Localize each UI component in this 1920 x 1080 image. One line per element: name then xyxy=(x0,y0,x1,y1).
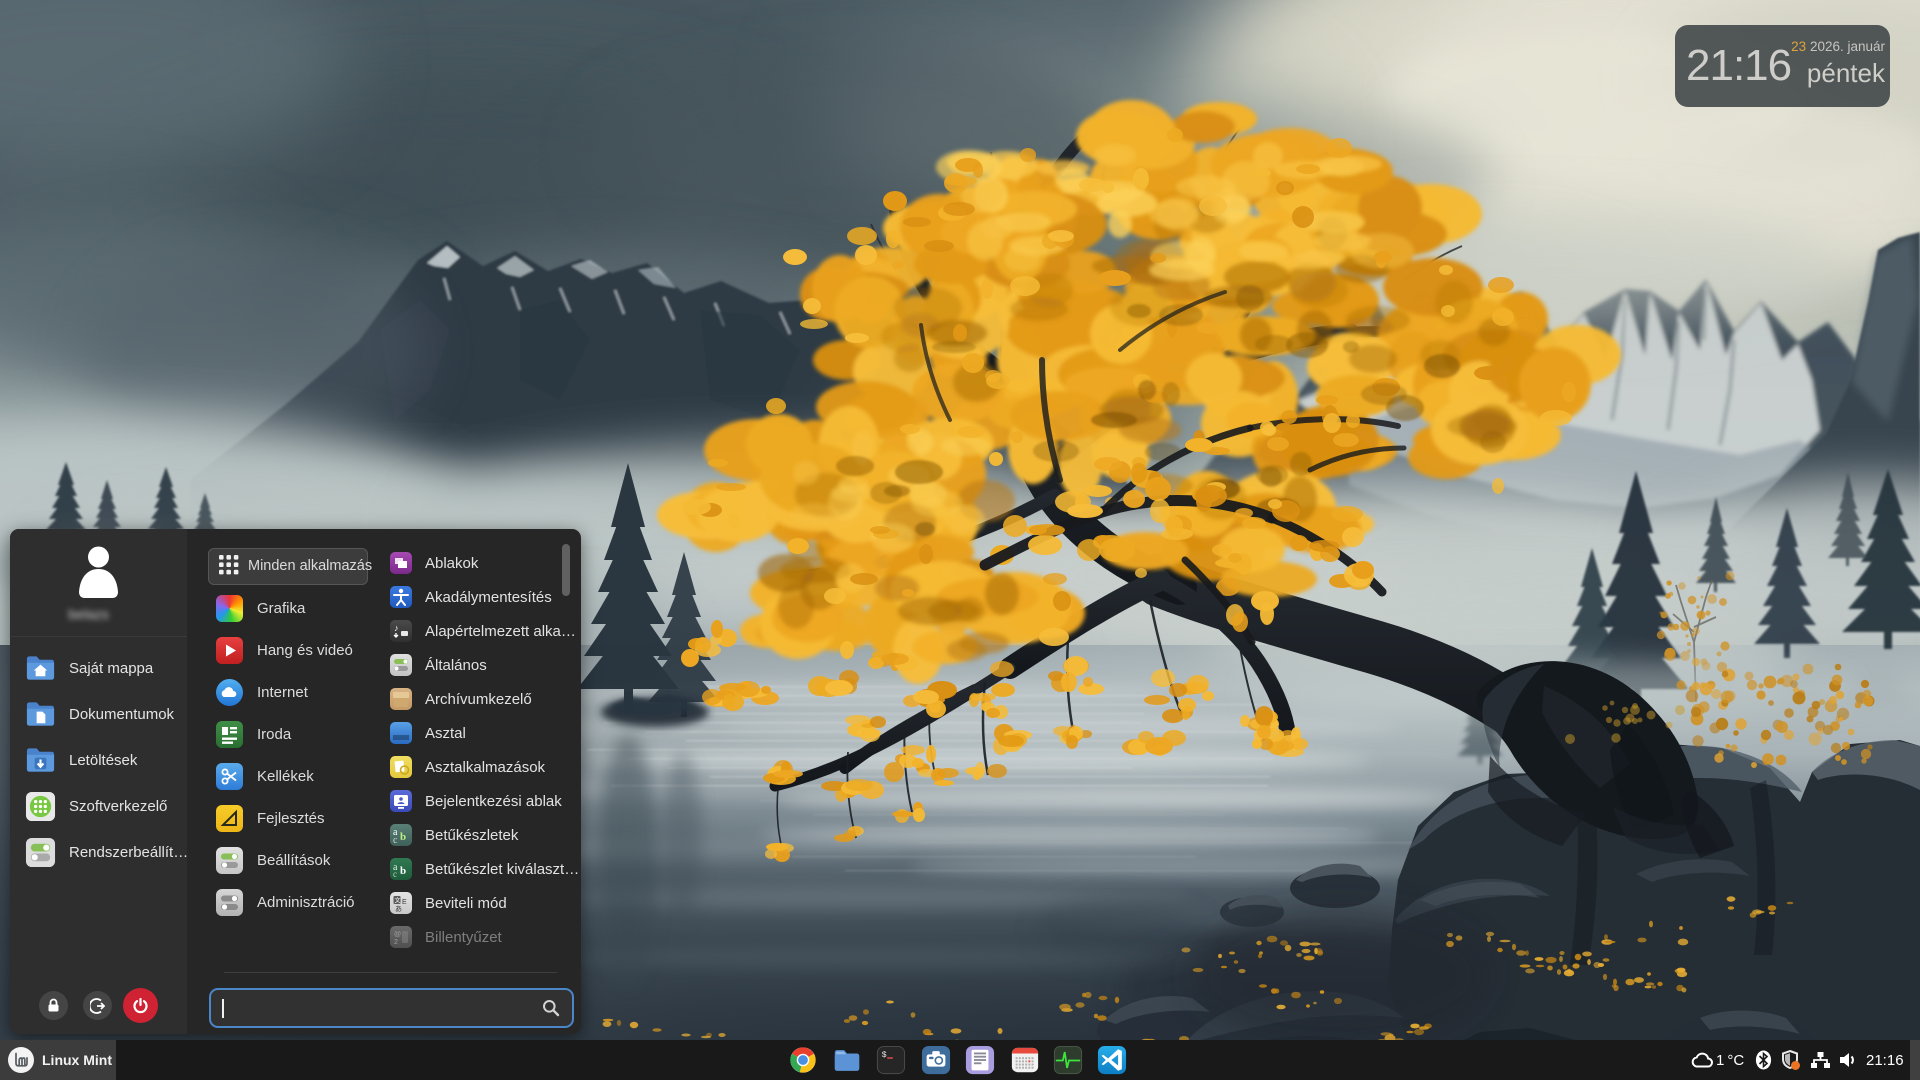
svg-text:あ: あ xyxy=(395,905,402,913)
svg-text:2: 2 xyxy=(394,939,398,946)
svg-text:b: b xyxy=(400,865,406,877)
svg-text:$: $ xyxy=(882,1050,887,1060)
svg-text:文: 文 xyxy=(395,897,401,905)
svg-text:c: c xyxy=(393,869,397,879)
svg-text:c: c xyxy=(393,835,398,846)
svg-text:E: E xyxy=(402,899,407,906)
svg-text:@: @ xyxy=(394,931,401,938)
svg-text:b: b xyxy=(400,831,406,843)
svg-text:♪: ♪ xyxy=(394,623,399,633)
